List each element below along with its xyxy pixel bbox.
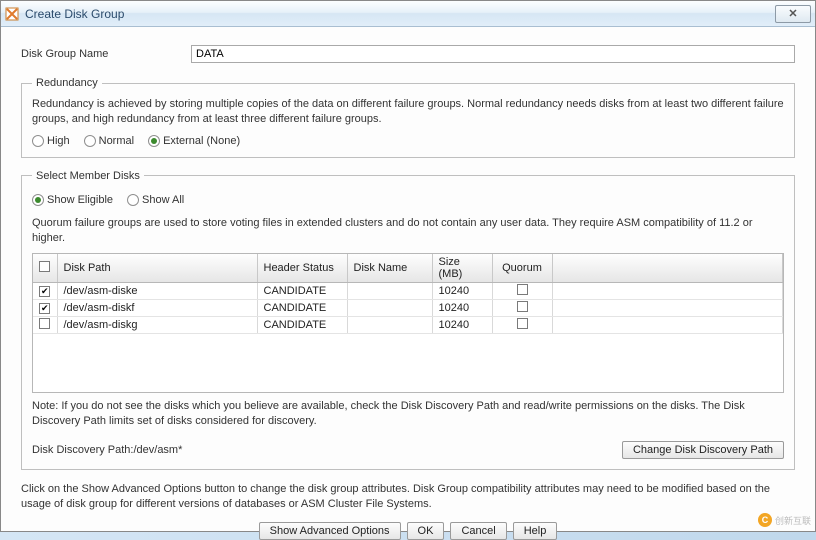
- app-icon: [5, 7, 19, 21]
- cell-header-status: CANDIDATE: [257, 300, 347, 317]
- show-all-label: Show All: [142, 194, 184, 206]
- row-checkbox[interactable]: ✔: [39, 303, 50, 314]
- disk-table-header-row: Disk Path Header Status Disk Name Size (…: [33, 254, 783, 283]
- table-row[interactable]: ✔ /dev/asm-diskeCANDIDATE 10240: [33, 283, 783, 300]
- table-row[interactable]: ✔ /dev/asm-diskfCANDIDATE 10240: [33, 300, 783, 317]
- col-path-header[interactable]: Disk Path: [57, 254, 257, 283]
- disk-table: Disk Path Header Status Disk Name Size (…: [33, 254, 783, 334]
- create-disk-group-window: Create Disk Group ✕ Disk Group Name Redu…: [0, 0, 816, 532]
- redundancy-fieldset: Redundancy Redundancy is achieved by sto…: [21, 77, 795, 158]
- watermark: C 创新互联: [758, 513, 811, 527]
- member-disks-legend: Select Member Disks: [32, 170, 144, 182]
- disk-filter-options: Show Eligible Show All: [32, 194, 784, 206]
- show-eligible-label: Show Eligible: [47, 194, 113, 206]
- cancel-button[interactable]: Cancel: [450, 522, 506, 540]
- close-button[interactable]: ✕: [775, 5, 811, 23]
- redundancy-external-label: External (None): [163, 135, 240, 147]
- cell-disk-name: [347, 283, 432, 300]
- disk-group-name-input[interactable]: [191, 45, 795, 63]
- quorum-checkbox[interactable]: [517, 301, 528, 312]
- window-title: Create Disk Group: [25, 7, 775, 21]
- titlebar: Create Disk Group ✕: [1, 1, 815, 27]
- quorum-checkbox[interactable]: [517, 284, 528, 295]
- cell-disk-name: [347, 300, 432, 317]
- cell-spacer: [552, 317, 783, 334]
- change-discovery-path-button[interactable]: Change Disk Discovery Path: [622, 441, 784, 459]
- cell-spacer: [552, 300, 783, 317]
- help-button[interactable]: Help: [513, 522, 558, 540]
- cell-size: 10240: [432, 300, 492, 317]
- cell-size: 10240: [432, 283, 492, 300]
- advanced-note: Click on the Show Advanced Options butto…: [21, 482, 795, 512]
- redundancy-legend: Redundancy: [32, 77, 102, 89]
- row-checkbox[interactable]: [39, 318, 50, 329]
- show-all[interactable]: Show All: [127, 194, 184, 206]
- radio-icon: [84, 135, 96, 147]
- cell-path: /dev/asm-diske: [57, 283, 257, 300]
- close-icon: ✕: [788, 7, 797, 20]
- radio-icon-selected: [32, 194, 44, 206]
- col-spacer: [552, 254, 783, 283]
- col-header-status-header[interactable]: Header Status: [257, 254, 347, 283]
- radio-icon-selected: [148, 135, 160, 147]
- cell-spacer: [552, 283, 783, 300]
- col-size-header[interactable]: Size (MB): [432, 254, 492, 283]
- col-quorum-header[interactable]: Quorum: [492, 254, 552, 283]
- redundancy-options: High Normal External (None): [32, 135, 784, 147]
- redundancy-high[interactable]: High: [32, 135, 70, 147]
- watermark-text: 创新互联: [775, 514, 811, 527]
- quorum-note: Quorum failure groups are used to store …: [32, 216, 784, 246]
- radio-icon: [32, 135, 44, 147]
- col-disk-name-header[interactable]: Disk Name: [347, 254, 432, 283]
- show-advanced-options-button[interactable]: Show Advanced Options: [259, 522, 401, 540]
- dialog-button-bar: Show Advanced Options OK Cancel Help: [21, 522, 795, 540]
- ok-button[interactable]: OK: [407, 522, 445, 540]
- disk-group-name-row: Disk Group Name: [21, 45, 795, 63]
- cell-disk-name: [347, 317, 432, 334]
- discovery-path-label: Disk Discovery Path:/dev/asm*: [32, 444, 622, 456]
- show-eligible[interactable]: Show Eligible: [32, 194, 113, 206]
- member-disks-fieldset: Select Member Disks Show Eligible Show A…: [21, 170, 795, 470]
- redundancy-external[interactable]: External (None): [148, 135, 240, 147]
- col-check-header[interactable]: [33, 254, 57, 283]
- quorum-checkbox[interactable]: [517, 318, 528, 329]
- redundancy-desc: Redundancy is achieved by storing multip…: [32, 97, 784, 127]
- radio-icon: [127, 194, 139, 206]
- cell-header-status: CANDIDATE: [257, 317, 347, 334]
- discovery-note: Note: If you do not see the disks which …: [32, 399, 784, 429]
- redundancy-normal-label: Normal: [99, 135, 134, 147]
- cell-path: /dev/asm-diskf: [57, 300, 257, 317]
- cell-header-status: CANDIDATE: [257, 283, 347, 300]
- watermark-badge-icon: C: [758, 513, 772, 527]
- redundancy-high-label: High: [47, 135, 70, 147]
- table-row[interactable]: /dev/asm-diskgCANDIDATE 10240: [33, 317, 783, 334]
- dialog-content: Disk Group Name Redundancy Redundancy is…: [1, 27, 815, 531]
- cell-path: /dev/asm-diskg: [57, 317, 257, 334]
- discovery-path-row: Disk Discovery Path:/dev/asm* Change Dis…: [32, 441, 784, 459]
- disk-group-name-label: Disk Group Name: [21, 48, 191, 60]
- cell-size: 10240: [432, 317, 492, 334]
- disk-table-wrap[interactable]: Disk Path Header Status Disk Name Size (…: [32, 253, 784, 393]
- redundancy-normal[interactable]: Normal: [84, 135, 134, 147]
- row-checkbox[interactable]: ✔: [39, 286, 50, 297]
